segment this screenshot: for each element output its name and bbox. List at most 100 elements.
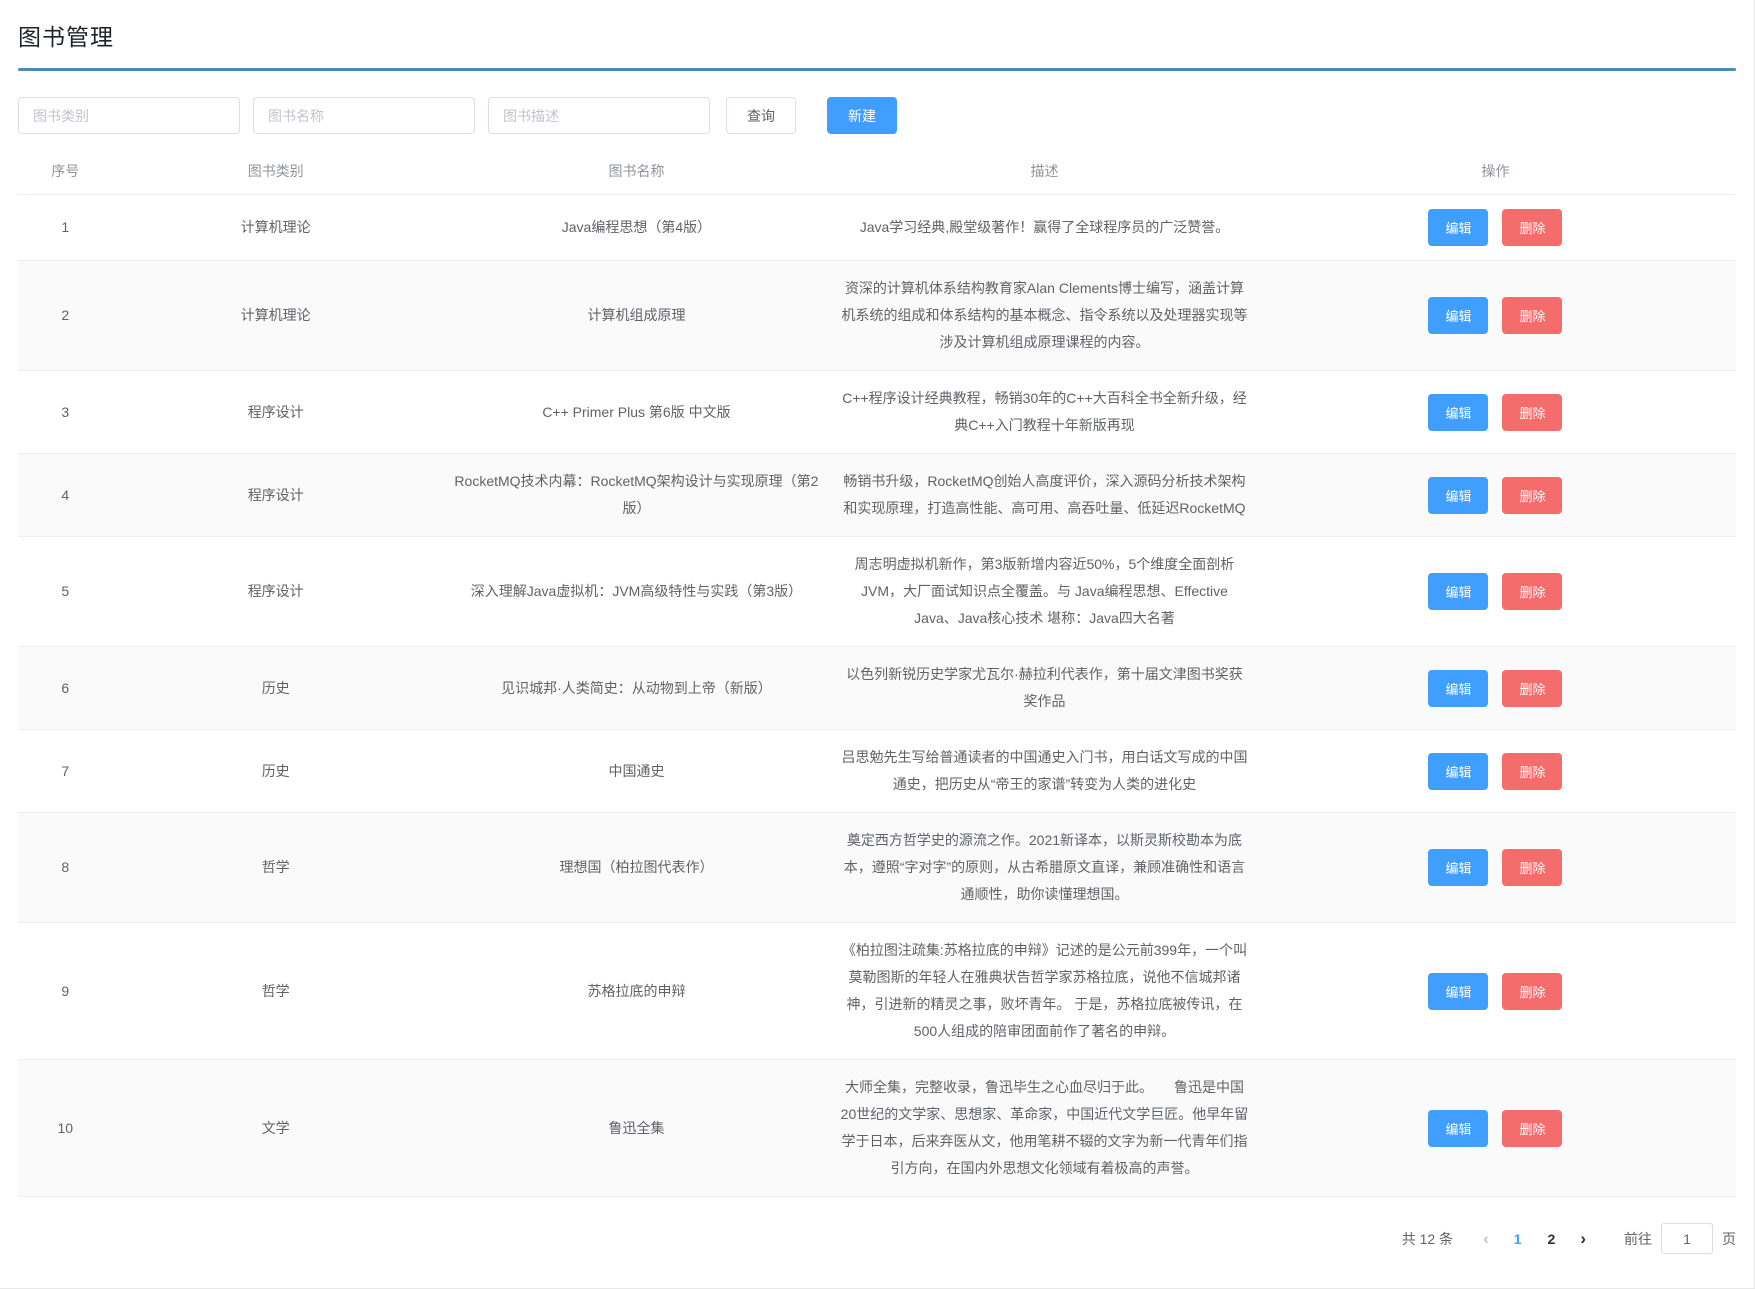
row-book-name: C++ Primer Plus 第6版 中文版 — [438, 370, 835, 454]
row-seq: 6 — [18, 646, 113, 730]
edit-button[interactable]: 编辑 — [1428, 1109, 1489, 1147]
edit-button[interactable]: 编辑 — [1428, 297, 1489, 334]
row-actions: 编辑 删除 — [1254, 812, 1736, 923]
next-page-button[interactable]: › — [1568, 1229, 1598, 1249]
row-category: 程序设计 — [112, 370, 439, 454]
row-book-name: 见识城邦·人类简史：从动物到上帝（新版） — [438, 646, 835, 730]
column-header-1: 图书类别 — [112, 148, 439, 195]
row-description: 周志明虚拟机新作，第3版新增内容近50%，5个维度全面剖析JVM，大厂面试知识点… — [834, 536, 1255, 647]
row-actions: 编辑 删除 — [1254, 194, 1736, 261]
row-actions: 编辑 删除 — [1254, 260, 1736, 371]
row-category: 计算机理论 — [112, 194, 439, 261]
row-book-name: RocketMQ技术内幕：RocketMQ架构设计与实现原理（第2版） — [438, 453, 835, 537]
row-book-name: 计算机组成原理 — [438, 260, 835, 371]
create-button[interactable]: 新建 — [827, 97, 897, 134]
table-row: 9 哲学 苏格拉底的申辩 《柏拉图注疏集:苏格拉底的申辩》记述的是公元前399年，一个… — [18, 922, 1736, 1060]
row-seq: 3 — [18, 370, 113, 454]
chevron-left-icon: ‹ — [1483, 1228, 1489, 1248]
row-book-name: 深入理解Java虚拟机：JVM高级特性与实践（第3版） — [438, 536, 835, 647]
column-header-2: 图书名称 — [438, 148, 835, 195]
goto-label: 前往 — [1624, 1230, 1652, 1247]
row-description: 奠定西方哲学史的源流之作。2021新译本，以斯灵斯校勘本为底本，遵照“字对字”的… — [834, 812, 1255, 923]
row-category: 文学 — [112, 1059, 439, 1197]
category-filter-input[interactable] — [18, 97, 240, 134]
row-seq: 2 — [18, 260, 113, 371]
row-book-name: 鲁迅全集 — [438, 1059, 835, 1197]
row-description: C++程序设计经典教程，畅销30年的C++大百科全书全新升级，经典C++入门教程… — [834, 370, 1255, 454]
delete-button[interactable]: 删除 — [1502, 752, 1563, 790]
table-row: 10 文学 鲁迅全集 大师全集，完整收录，鲁迅毕生之心血尽归于此。 鲁迅是中国20世纪… — [18, 1059, 1736, 1197]
row-book-name: Java编程思想（第4版） — [438, 194, 835, 261]
row-actions: 编辑 删除 — [1254, 729, 1736, 813]
row-description: 资深的计算机体系结构教育家Alan Clements博士编写，涵盖计算机系统的组… — [834, 260, 1255, 371]
row-description: 大师全集，完整收录，鲁迅毕生之心血尽归于此。 鲁迅是中国20世纪的文学家、思想家… — [834, 1059, 1255, 1197]
row-category: 程序设计 — [112, 536, 439, 647]
row-seq: 7 — [18, 729, 113, 813]
total-count: 共 12 条 — [1401, 1230, 1454, 1247]
row-description: 《柏拉图注疏集:苏格拉底的申辩》记述的是公元前399年，一个叫莫勒图斯的年轻人在… — [834, 922, 1255, 1060]
column-header-0: 序号 — [18, 148, 113, 195]
row-seq: 9 — [18, 922, 113, 1060]
edit-button[interactable]: 编辑 — [1428, 972, 1489, 1010]
delete-button[interactable]: 删除 — [1502, 669, 1563, 707]
table-row: 5 程序设计 深入理解Java虚拟机：JVM高级特性与实践（第3版） 周志明虚拟机新作… — [18, 536, 1736, 647]
row-category: 哲学 — [112, 922, 439, 1060]
chevron-right-icon: › — [1580, 1228, 1586, 1248]
row-category: 历史 — [112, 646, 439, 730]
delete-button[interactable]: 删除 — [1502, 573, 1563, 610]
row-actions: 编辑 删除 — [1254, 536, 1736, 647]
title-divider — [18, 68, 1736, 71]
table-row: 3 程序设计 C++ Primer Plus 第6版 中文版 C++程序设计经典教程，… — [18, 370, 1736, 454]
row-category: 历史 — [112, 729, 439, 813]
goto-page-input[interactable] — [1661, 1223, 1713, 1254]
books-table: 序号 图书类别 图书名称 描述 操作 1 计算机理论 Java编程思想（第4版） Java学习… — [18, 148, 1736, 1197]
edit-button[interactable]: 编辑 — [1428, 752, 1489, 790]
edit-button[interactable]: 编辑 — [1428, 393, 1489, 431]
delete-button[interactable]: 删除 — [1502, 1109, 1563, 1147]
delete-button[interactable]: 删除 — [1502, 393, 1563, 431]
row-description: 畅销书升级，RocketMQ创始人高度评价，深入源码分析技术架构和实现原理，打造… — [834, 453, 1255, 537]
row-book-name: 苏格拉底的申辩 — [438, 922, 835, 1060]
row-actions: 编辑 删除 — [1254, 922, 1736, 1060]
column-header-3: 描述 — [834, 148, 1255, 195]
row-description: Java学习经典,殿堂级著作！赢得了全球程序员的广泛赞誉。 — [834, 194, 1255, 261]
table-row: 8 哲学 理想国（柏拉图代表作） 奠定西方哲学史的源流之作。2021新译本，以斯灵斯校… — [18, 812, 1736, 923]
table-row: 4 程序设计 RocketMQ技术内幕：RocketMQ架构设计与实现原理（第2版）… — [18, 453, 1736, 537]
toolbar: 查询 新建 — [18, 97, 1736, 134]
row-actions: 编辑 删除 — [1254, 370, 1736, 454]
table-header-row: 序号 图书类别 图书名称 描述 操作 — [18, 148, 1736, 195]
edit-button[interactable]: 编辑 — [1428, 573, 1489, 610]
row-category: 计算机理论 — [112, 260, 439, 371]
name-filter-input[interactable] — [253, 97, 475, 134]
delete-button[interactable]: 删除 — [1502, 476, 1563, 514]
book-management-page: 图书管理 查询 新建 序号图书类别图书名称描述操作 1计算机理论Java编程思想… — [0, 0, 1755, 1289]
row-actions: 编辑 删除 — [1254, 1059, 1736, 1197]
page-number-2[interactable]: 2 — [1535, 1225, 1569, 1253]
search-button[interactable]: 查询 — [726, 97, 796, 134]
page-number-1[interactable]: 1 — [1501, 1225, 1535, 1253]
row-category: 哲学 — [112, 812, 439, 923]
edit-button[interactable]: 编辑 — [1428, 849, 1489, 886]
table-row: 1 计算机理论 Java编程思想（第4版） Java学习经典,殿堂级著作！赢得了全球程… — [18, 194, 1736, 261]
row-seq: 5 — [18, 536, 113, 647]
desc-filter-input[interactable] — [488, 97, 710, 134]
row-seq: 10 — [18, 1059, 113, 1197]
row-actions: 编辑 删除 — [1254, 646, 1736, 730]
delete-button[interactable]: 删除 — [1502, 209, 1563, 246]
row-actions: 编辑 删除 — [1254, 453, 1736, 537]
delete-button[interactable]: 删除 — [1502, 849, 1563, 886]
row-book-name: 理想国（柏拉图代表作） — [438, 812, 835, 923]
row-seq: 8 — [18, 812, 113, 923]
prev-page-button[interactable]: ‹ — [1471, 1229, 1501, 1249]
table-row: 2 计算机理论 计算机组成原理 资深的计算机体系结构教育家Alan Clements博… — [18, 260, 1736, 371]
delete-button[interactable]: 删除 — [1502, 297, 1563, 334]
edit-button[interactable]: 编辑 — [1428, 476, 1489, 514]
table-row: 7 历史 中国通史 吕思勉先生写给普通读者的中国通史入门书，用白话文写成的中国通史，把… — [18, 729, 1736, 813]
page-suffix: 页 — [1722, 1230, 1736, 1247]
row-category: 程序设计 — [112, 453, 439, 537]
edit-button[interactable]: 编辑 — [1428, 669, 1489, 707]
row-book-name: 中国通史 — [438, 729, 835, 813]
delete-button[interactable]: 删除 — [1502, 972, 1563, 1010]
table-row: 6 历史 见识城邦·人类简史：从动物到上帝（新版） 以色列新锐历史学家尤瓦尔·赫拉利代… — [18, 646, 1736, 730]
edit-button[interactable]: 编辑 — [1428, 209, 1489, 246]
